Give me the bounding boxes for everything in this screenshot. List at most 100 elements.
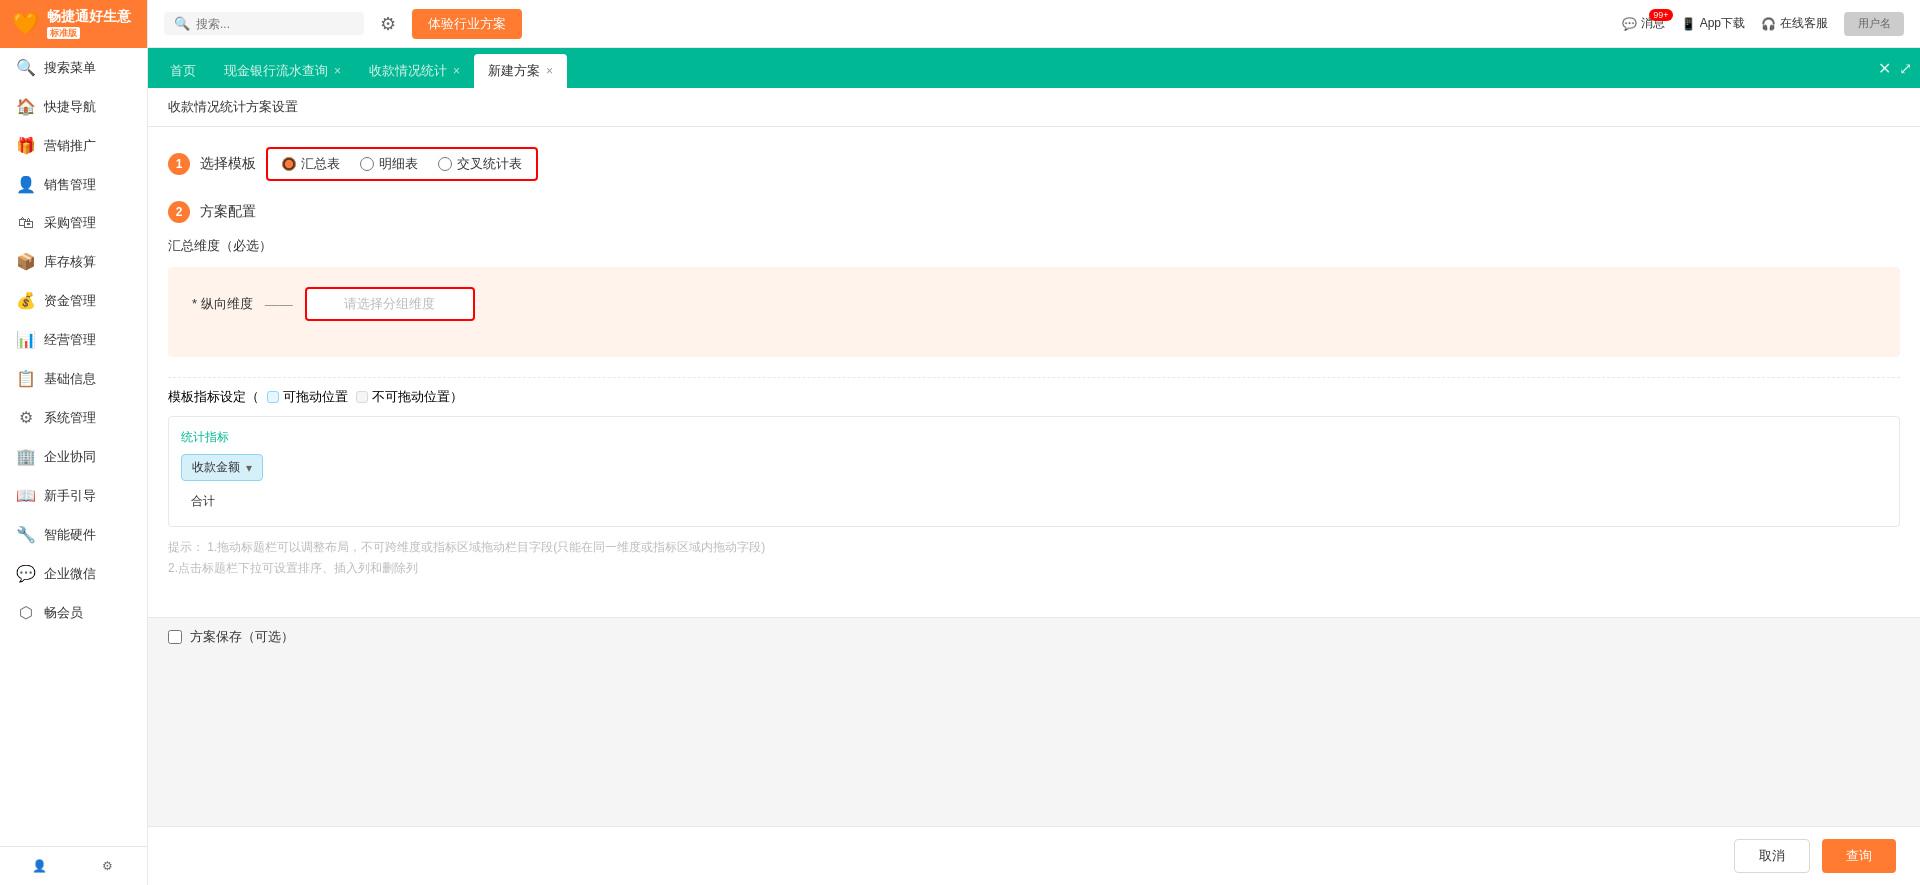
sidebar-item-quick-nav[interactable]: 🏠 快捷导航: [0, 87, 147, 126]
dimension-section-title: 汇总维度（必选）: [168, 237, 1900, 255]
sidebar-label-quick-nav: 快捷导航: [44, 98, 96, 116]
cancel-button[interactable]: 取消: [1734, 839, 1810, 873]
metric-sub-row: 合计: [181, 489, 1887, 514]
page-content: 收款情况统计方案设置 1 选择模板 汇总表 明细表: [148, 88, 1920, 826]
gear-icon[interactable]: ⚙: [380, 13, 396, 35]
sidebar-logo: 🧡 畅捷通好生意 标准版: [0, 0, 147, 48]
sidebar-label-corp: 企业协同: [44, 448, 96, 466]
expand-tab-icon[interactable]: ⤢: [1899, 59, 1912, 78]
dimension-select-button[interactable]: 请选择分组维度: [305, 287, 475, 321]
sidebar-label-guide: 新手引导: [44, 487, 96, 505]
metric-card-receipt[interactable]: 收款金额 ▾: [181, 454, 263, 481]
template-radio-group: 汇总表 明细表 交叉统计表: [266, 147, 538, 181]
metrics-header-label: 模板指标设定（: [168, 388, 259, 406]
page-header: 收款情况统计方案设置: [148, 88, 1920, 127]
legend-fixed-text: 不可拖动位置）: [372, 388, 463, 406]
radio-detail[interactable]: 明细表: [360, 155, 418, 173]
sidebar-item-guide[interactable]: 📖新手引导: [0, 476, 147, 515]
radio-cross-input[interactable]: [438, 157, 452, 171]
close-tab-icon[interactable]: ✕: [1878, 59, 1891, 78]
legend-fixed-dot: [356, 391, 368, 403]
sidebar-icon-marketing: 🎁: [16, 136, 36, 155]
sidebar-icon-quick-nav: 🏠: [16, 97, 36, 116]
metric-card-row: 收款金额 ▾: [181, 454, 1887, 489]
metrics-area: 统计指标 收款金额 ▾ 合计: [168, 416, 1900, 527]
sidebar-label-purchase: 采购管理: [44, 214, 96, 232]
page-footer: 方案保存（可选）: [148, 617, 1920, 656]
sidebar-item-corp[interactable]: 🏢企业协同: [0, 437, 147, 476]
metric-card-chevron: ▾: [246, 461, 252, 475]
sidebar-icon-wechat: 💬: [16, 564, 36, 583]
save-plan-checkbox[interactable]: [168, 630, 182, 644]
main-area: 🔍 ⚙ 体验行业方案 💬 消息 99+ 📱 App下载 🎧 在线客服 用户名 首…: [148, 0, 1920, 885]
tabs-bar: 首页现金银行流水查询 ×收款情况统计 ×新建方案 × ✕ ⤢: [148, 48, 1920, 88]
topbar-search-box[interactable]: 🔍: [164, 12, 364, 35]
sidebar-item-search-menu[interactable]: 🔍 搜索菜单: [0, 48, 147, 87]
sidebar-item-operation[interactable]: 📊经营管理: [0, 320, 147, 359]
sidebar-label-search-menu: 搜索菜单: [44, 59, 96, 77]
message-button[interactable]: 💬 消息 99+: [1622, 15, 1665, 32]
sidebar-bottom: 👤 ⚙: [0, 846, 147, 885]
sidebar-icon-sales: 👤: [16, 175, 36, 194]
sidebar-item-finance[interactable]: 💰 资金管理: [0, 281, 147, 320]
sidebar-icon-purchase: 🛍: [16, 214, 36, 232]
tip-2: 2.点击标题栏下拉可设置排序、插入列和删除列: [168, 560, 1900, 577]
tab-close-bank-flow[interactable]: ×: [334, 65, 341, 77]
app-name: 畅捷通好生意: [47, 8, 131, 25]
sidebar-item-system[interactable]: ⚙ 系统管理: [0, 398, 147, 437]
tabs-actions: ✕ ⤢: [1878, 59, 1912, 78]
sidebar-item-purchase[interactable]: 🛍 采购管理: [0, 204, 147, 242]
radio-summary-input[interactable]: [282, 157, 296, 171]
topbar-right: 💬 消息 99+ 📱 App下载 🎧 在线客服 用户名: [1622, 12, 1904, 36]
message-icon: 💬: [1622, 17, 1637, 31]
sidebar-item-member[interactable]: ⬡畅会员: [0, 593, 147, 632]
tab-new-plan[interactable]: 新建方案 ×: [474, 54, 567, 88]
step2-section: 2 方案配置 汇总维度（必选） * 纵向维度 —— 请选择分组维度: [168, 201, 1900, 577]
vertical-label-text: * 纵向维度: [192, 295, 253, 313]
sidebar-item-hardware[interactable]: 🔧智能硬件: [0, 515, 147, 554]
query-button[interactable]: 查询: [1822, 839, 1896, 873]
radio-detail-input[interactable]: [360, 157, 374, 171]
tab-close-new-plan[interactable]: ×: [546, 65, 553, 77]
tab-close-receipt-stat[interactable]: ×: [453, 65, 460, 77]
breadcrumb: 收款情况统计方案设置: [168, 99, 298, 114]
plan-config: 汇总维度（必选） * 纵向维度 —— 请选择分组维度 模板指标: [168, 237, 1900, 577]
form-area: 1 选择模板 汇总表 明细表 交叉统计表: [148, 127, 1920, 617]
sidebar-bottom-left[interactable]: 👤: [8, 855, 72, 877]
sidebar-icon-finance: 💰: [16, 291, 36, 310]
action-bar: 取消 查询: [148, 826, 1920, 885]
step1-number: 1: [168, 153, 190, 175]
tab-home[interactable]: 首页: [156, 54, 210, 88]
sidebar-item-wechat[interactable]: 💬企业微信: [0, 554, 147, 593]
avatar[interactable]: 用户名: [1844, 12, 1904, 36]
sidebar: 🧡 畅捷通好生意 标准版 🔍 搜索菜单 🏠 快捷导航 🎁营销推广👤销售管理 🛍 采购管理 📦库…: [0, 0, 148, 885]
tab-receipt-stat[interactable]: 收款情况统计 ×: [355, 54, 474, 88]
sidebar-icon-search-menu: 🔍: [16, 58, 36, 77]
sidebar-label-hardware: 智能硬件: [44, 526, 96, 544]
radio-cross[interactable]: 交叉统计表: [438, 155, 522, 173]
search-input[interactable]: [196, 17, 336, 31]
sidebar-label-finance: 资金管理: [44, 292, 96, 310]
tab-bank-flow[interactable]: 现金银行流水查询 ×: [210, 54, 355, 88]
step1-section: 1 选择模板 汇总表 明细表 交叉统计表: [168, 147, 1900, 181]
download-button[interactable]: 📱 App下载: [1681, 15, 1745, 32]
service-icon: 🎧: [1761, 17, 1776, 31]
service-button[interactable]: 🎧 在线客服: [1761, 15, 1828, 32]
radio-detail-label: 明细表: [379, 155, 418, 173]
legend-fixed: 不可拖动位置）: [356, 388, 463, 406]
vertical-dimension-row: * 纵向维度 —— 请选择分组维度: [192, 287, 1876, 321]
radio-cross-label: 交叉统计表: [457, 155, 522, 173]
sidebar-item-marketing[interactable]: 🎁营销推广: [0, 126, 147, 165]
topbar: 🔍 ⚙ 体验行业方案 💬 消息 99+ 📱 App下载 🎧 在线客服 用户名: [148, 0, 1920, 48]
radio-summary[interactable]: 汇总表: [282, 155, 340, 173]
sidebar-item-sales[interactable]: 👤销售管理: [0, 165, 147, 204]
sidebar-label-system: 系统管理: [44, 409, 96, 427]
sidebar-icon-system: ⚙: [16, 408, 36, 427]
tab-label-home: 首页: [170, 62, 196, 80]
sidebar-item-basic-info[interactable]: 📋基础信息: [0, 359, 147, 398]
tab-label-receipt-stat: 收款情况统计: [369, 62, 447, 80]
sidebar-bottom-right[interactable]: ⚙: [76, 855, 140, 877]
trial-button[interactable]: 体验行业方案: [412, 9, 522, 39]
sidebar-label-basic-info: 基础信息: [44, 370, 96, 388]
sidebar-item-inventory[interactable]: 📦库存核算: [0, 242, 147, 281]
